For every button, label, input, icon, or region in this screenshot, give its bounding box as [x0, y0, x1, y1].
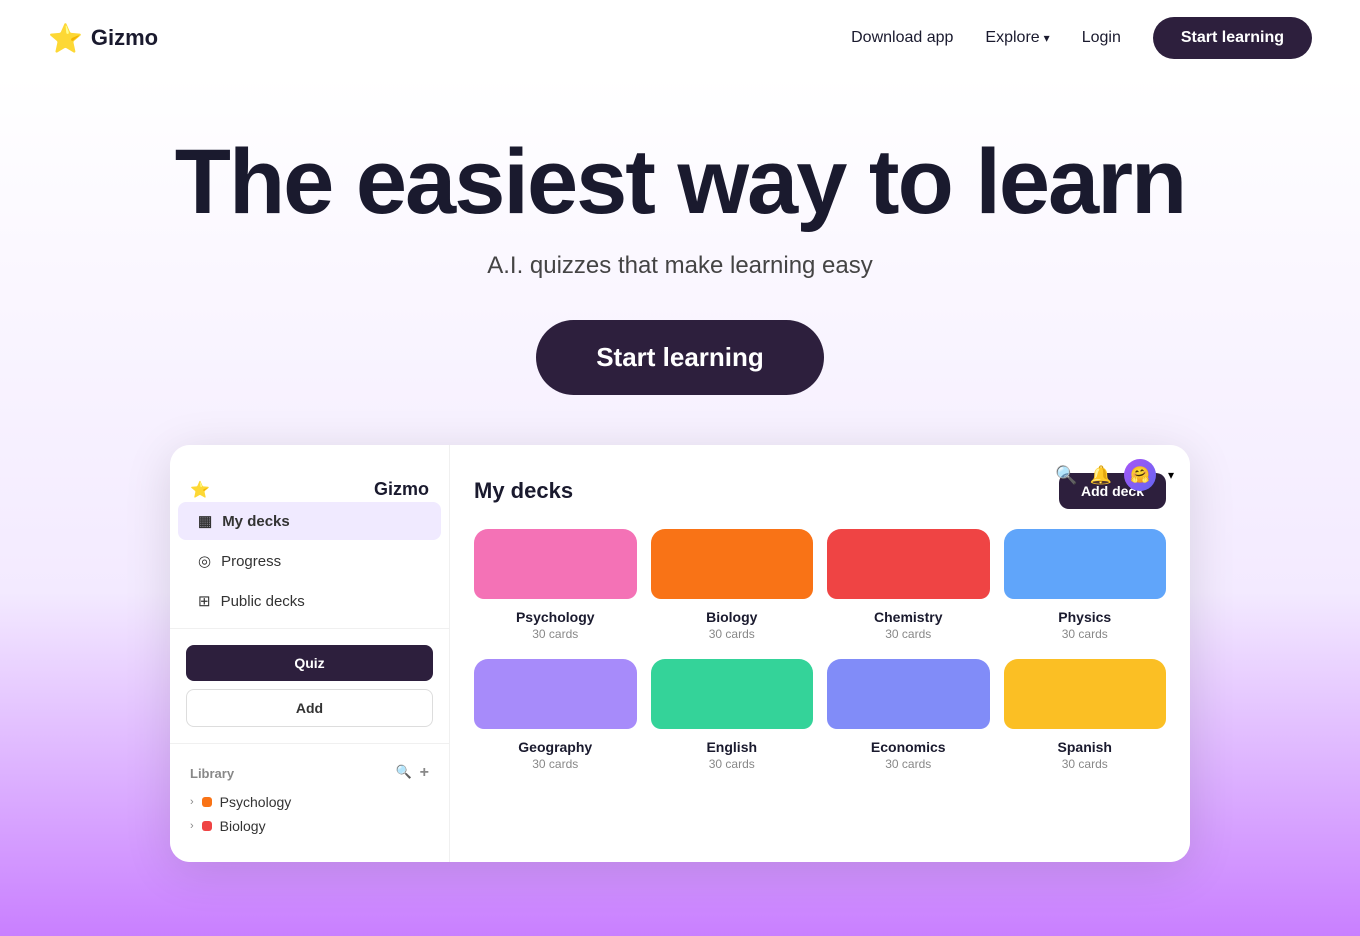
- nav-start-learning-button[interactable]: Start learning: [1153, 17, 1312, 59]
- sidebar-item-progress[interactable]: ◎ Progress: [178, 542, 441, 580]
- sidebar-item-public-decks[interactable]: ⊞ Public decks: [178, 582, 441, 620]
- chevron-right-icon: ›: [190, 796, 194, 808]
- navbar: ⭐ Gizmo Download app Explore ▾ Login Sta…: [0, 0, 1360, 76]
- search-button[interactable]: 🔍: [1055, 465, 1077, 486]
- deck-color-geography: [474, 659, 637, 729]
- deck-card-geography[interactable]: Geography 30 cards: [474, 659, 637, 775]
- deck-count-english: 30 cards: [655, 757, 810, 771]
- explore-chevron-icon: ▾: [1044, 31, 1050, 45]
- deck-color-spanish: [1004, 659, 1167, 729]
- deck-count-spanish: 30 cards: [1008, 757, 1163, 771]
- deck-card-chemistry[interactable]: Chemistry 30 cards: [827, 529, 990, 645]
- sidebar-item-label: Progress: [221, 553, 281, 570]
- deck-name-psychology: Psychology: [478, 609, 633, 625]
- psychology-dot: [202, 797, 212, 807]
- chevron-right-icon: ›: [190, 820, 194, 832]
- app-header-icons: 🔍 🔔 🤗 ▾: [1055, 459, 1174, 491]
- deck-name-english: English: [655, 739, 810, 755]
- app-logo-star: ⭐: [190, 480, 210, 500]
- deck-color-psychology: [474, 529, 637, 599]
- deck-count-economics: 30 cards: [831, 757, 986, 771]
- list-item[interactable]: › Biology: [190, 814, 429, 838]
- sidebar-divider: [170, 628, 449, 629]
- deck-card-biology[interactable]: Biology 30 cards: [651, 529, 814, 645]
- deck-color-english: [651, 659, 814, 729]
- deck-card-psychology[interactable]: Psychology 30 cards: [474, 529, 637, 645]
- sidebar-divider-2: [170, 743, 449, 744]
- hero-section: The easiest way to learn A.I. quizzes th…: [0, 76, 1360, 936]
- deck-count-geography: 30 cards: [478, 757, 633, 771]
- deck-name-physics: Physics: [1008, 609, 1163, 625]
- app-sidebar: ⭐ Gizmo ▦ My decks ◎ Progress ⊞ Public d…: [170, 445, 450, 862]
- deck-color-physics: [1004, 529, 1167, 599]
- quiz-button[interactable]: Quiz: [186, 645, 433, 681]
- deck-name-spanish: Spanish: [1008, 739, 1163, 755]
- sidebar-item-my-decks[interactable]: ▦ My decks: [178, 502, 441, 540]
- deck-count-psychology: 30 cards: [478, 627, 633, 641]
- library-label: Library: [190, 766, 234, 781]
- hero-start-learning-button[interactable]: Start learning: [536, 320, 824, 395]
- deck-color-chemistry: [827, 529, 990, 599]
- library-search-icon[interactable]: 🔍: [395, 764, 411, 782]
- deck-name-biology: Biology: [655, 609, 810, 625]
- avatar[interactable]: 🤗: [1124, 459, 1156, 491]
- library-section: Library 🔍 + › Psychology ›: [170, 752, 449, 842]
- nav-logo[interactable]: ⭐ Gizmo: [48, 22, 158, 55]
- biology-dot: [202, 821, 212, 831]
- main-section-title: My decks: [474, 478, 573, 504]
- app-logo-text: Gizmo: [374, 479, 429, 500]
- library-item-label: Biology: [220, 818, 266, 834]
- login-link[interactable]: Login: [1082, 29, 1121, 47]
- nav-links: Download app Explore ▾ Login Start learn…: [851, 17, 1312, 59]
- public-decks-icon: ⊞: [198, 592, 211, 610]
- list-item[interactable]: › Psychology: [190, 790, 429, 814]
- avatar-chevron-icon[interactable]: ▾: [1168, 468, 1174, 482]
- decks-grid: Psychology 30 cards Biology 30 cards: [474, 529, 1166, 775]
- deck-card-spanish[interactable]: Spanish 30 cards: [1004, 659, 1167, 775]
- nav-logo-star: ⭐: [48, 22, 83, 55]
- deck-count-chemistry: 30 cards: [831, 627, 986, 641]
- deck-card-economics[interactable]: Economics 30 cards: [827, 659, 990, 775]
- library-actions: 🔍 +: [395, 764, 429, 782]
- deck-name-chemistry: Chemistry: [831, 609, 986, 625]
- avatar-emoji: 🤗: [1130, 465, 1150, 485]
- sidebar-item-label: My decks: [222, 513, 290, 530]
- deck-color-economics: [827, 659, 990, 729]
- library-item-label: Psychology: [220, 794, 292, 810]
- explore-button[interactable]: Explore ▾: [985, 29, 1049, 47]
- app-logo[interactable]: ⭐ Gizmo: [170, 465, 449, 500]
- deck-count-biology: 30 cards: [655, 627, 810, 641]
- sidebar-item-label: Public decks: [221, 593, 305, 610]
- deck-card-english[interactable]: English 30 cards: [651, 659, 814, 775]
- library-header: Library 🔍 +: [190, 764, 429, 782]
- deck-name-geography: Geography: [478, 739, 633, 755]
- add-button[interactable]: Add: [186, 689, 433, 727]
- hero-title: The easiest way to learn: [20, 136, 1340, 228]
- notifications-button[interactable]: 🔔: [1090, 465, 1112, 486]
- library-add-icon[interactable]: +: [420, 764, 429, 782]
- deck-card-physics[interactable]: Physics 30 cards: [1004, 529, 1167, 645]
- hero-subtitle: A.I. quizzes that make learning easy: [20, 252, 1340, 280]
- deck-name-economics: Economics: [831, 739, 986, 755]
- deck-count-physics: 30 cards: [1008, 627, 1163, 641]
- sidebar-action-buttons: Quiz Add: [170, 637, 449, 735]
- deck-color-biology: [651, 529, 814, 599]
- download-app-link[interactable]: Download app: [851, 29, 953, 47]
- my-decks-icon: ▦: [198, 512, 212, 530]
- nav-logo-text: Gizmo: [91, 25, 158, 51]
- app-main-content: 🔍 🔔 🤗 ▾ My decks Add deck: [450, 445, 1190, 862]
- app-preview: ⭐ Gizmo ▦ My decks ◎ Progress ⊞ Public d…: [170, 445, 1190, 862]
- progress-icon: ◎: [198, 552, 211, 570]
